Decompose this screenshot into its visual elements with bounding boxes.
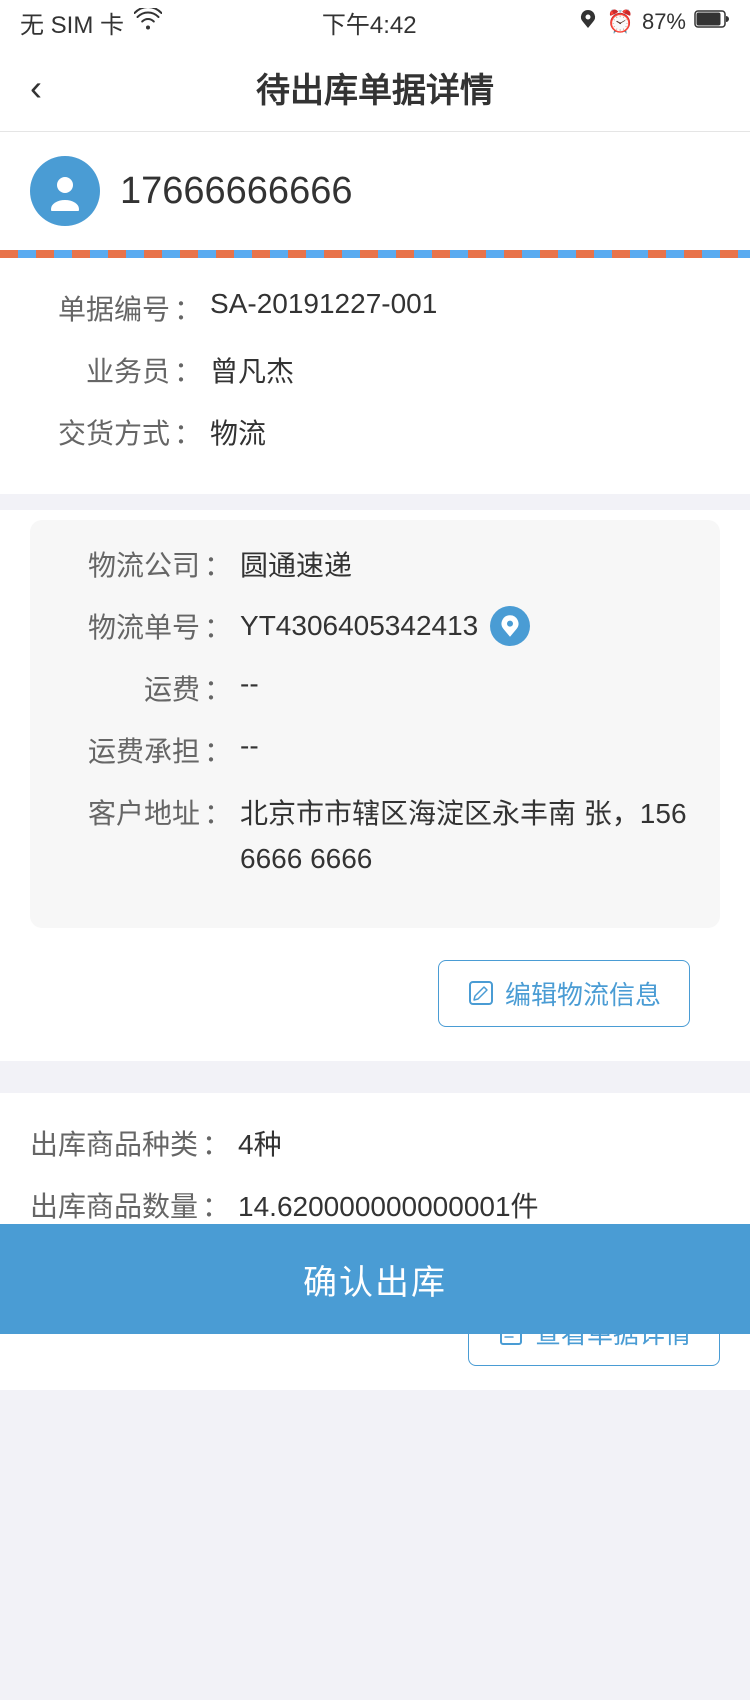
battery-icon <box>694 9 730 35</box>
freight-value: -- <box>240 668 690 700</box>
edit-logistics-section: 编辑物流信息 <box>30 944 720 1051</box>
user-header: 17666666666 <box>0 132 750 250</box>
tracking-number-row: 物流单号 ： YT43064053424​13 <box>60 606 690 646</box>
location-active-icon <box>577 8 599 36</box>
status-left: 无 SIM 卡 <box>20 5 162 40</box>
basic-info-section: 单据编号 ： SA-20191227-001 业务员 ： 曾凡杰 交货方式 ： … <box>0 258 750 494</box>
address-row: 客户地址 ： 北京市市辖区海淀区永丰南 张，156 6666 6666 <box>60 792 690 882</box>
freight-label: 运费 <box>60 668 200 708</box>
logistics-outer-section: 物流公司 ： 圆通速递 物流单号 ： YT43064053424​13 <box>0 510 750 1061</box>
logistics-company-row: 物流公司 ： 圆通速递 <box>60 544 690 584</box>
tracking-number-label: 物流单号 <box>60 606 200 646</box>
goods-quantity-value: 14.620000000000001件 <box>238 1185 720 1225</box>
delivery-method-label: 交货方式 <box>30 412 170 452</box>
nav-bar: ‹ 待出库单据详情 <box>0 44 750 132</box>
freight-row: 运费 ： -- <box>60 668 690 708</box>
address-value: 北京市市辖区海淀区永丰南 张，156 6666 6666 <box>240 792 690 882</box>
salesperson-label: 业务员 <box>30 350 170 390</box>
confirm-bar[interactable]: 确认出库 <box>0 1224 750 1334</box>
avatar <box>30 156 100 226</box>
status-bar: 无 SIM 卡 下午4:42 ⏰ 87% <box>0 0 750 44</box>
bottom-spacer <box>0 1390 750 1590</box>
tracking-location-icon[interactable] <box>490 606 530 646</box>
delivery-method-row: 交货方式 ： 物流 <box>30 412 720 452</box>
alarm-icon: ⏰ <box>607 9 634 35</box>
page-title: 待出库单据详情 <box>256 63 494 112</box>
logistics-card: 物流公司 ： 圆通速递 物流单号 ： YT43064053424​13 <box>30 520 720 928</box>
back-button[interactable]: ‹ <box>30 67 42 109</box>
document-number-value: SA-20191227-001 <box>210 288 720 320</box>
section-divider <box>0 1077 750 1093</box>
edit-logistics-label: 编辑物流信息 <box>505 975 661 1012</box>
goods-quantity-row: 出库商品数量 ： 14.620000000000001件 <box>30 1185 720 1225</box>
battery-text: 87% <box>642 9 686 35</box>
logistics-company-label: 物流公司 <box>60 544 200 584</box>
salesperson-value: 曾凡杰 <box>210 350 720 390</box>
goods-quantity-label: 出库商品数量 <box>30 1185 198 1225</box>
user-phone: 17666666666 <box>120 170 352 213</box>
confirm-button-label: 确认出库 <box>303 1255 447 1304</box>
wifi-icon <box>134 8 162 37</box>
freight-bearer-label: 运费承担 <box>60 730 200 770</box>
address-label: 客户地址 <box>60 792 200 832</box>
carrier-text: 无 SIM 卡 <box>20 5 124 40</box>
freight-bearer-row: 运费承担 ： -- <box>60 730 690 770</box>
goods-type-row: 出库商品种类 ： 4种 <box>30 1123 720 1163</box>
delivery-method-value: 物流 <box>210 412 720 452</box>
time-text: 下午4:42 <box>322 5 417 40</box>
freight-bearer-value: -- <box>240 730 690 762</box>
document-number-row: 单据编号 ： SA-20191227-001 <box>30 288 720 328</box>
document-number-label: 单据编号 <box>30 288 170 328</box>
dashed-divider <box>0 250 750 258</box>
tracking-number-value: YT43064053424​13 <box>240 606 690 646</box>
logistics-company-value: 圆通速递 <box>240 544 690 584</box>
edit-logistics-button[interactable]: 编辑物流信息 <box>438 960 690 1027</box>
goods-type-value: 4种 <box>238 1123 720 1163</box>
status-right: ⏰ 87% <box>577 8 730 36</box>
salesperson-row: 业务员 ： 曾凡杰 <box>30 350 720 390</box>
goods-type-label: 出库商品种类 <box>30 1123 198 1163</box>
